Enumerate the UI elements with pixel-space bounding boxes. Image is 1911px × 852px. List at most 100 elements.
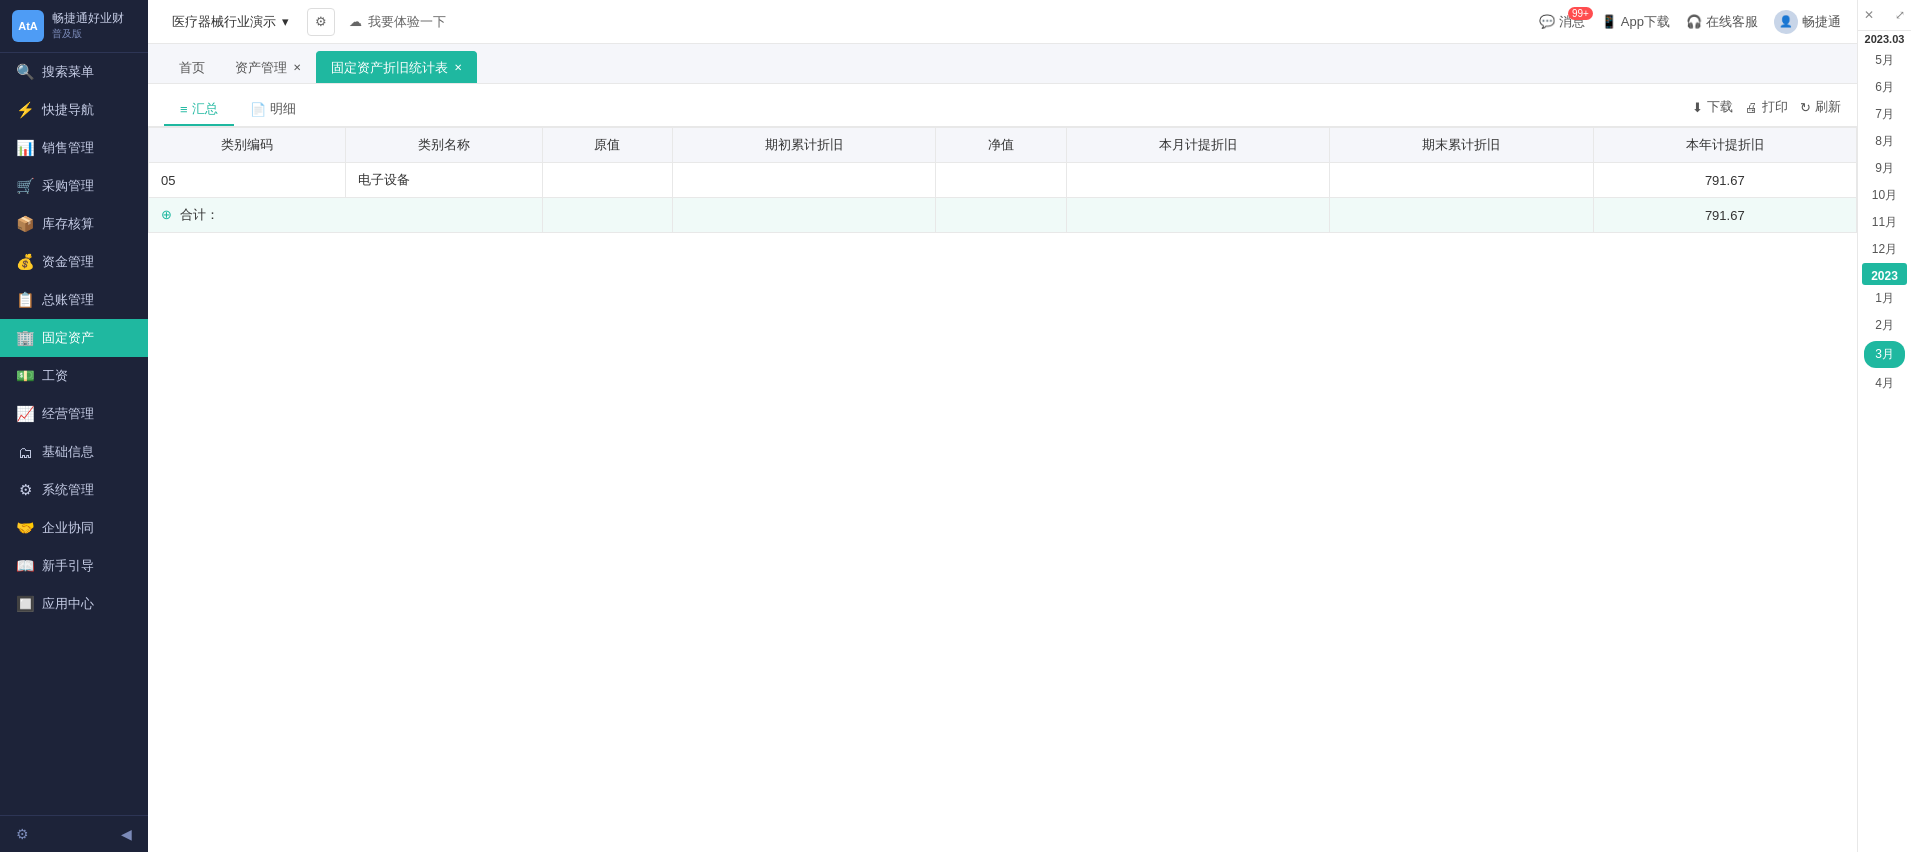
sidebar-item-business[interactable]: 📈 经营管理 <box>0 395 148 433</box>
ledger-icon: 📋 <box>16 291 34 309</box>
table-wrapper: 类别编码 类别名称 原值 期初累计折旧 净值 本月计提折旧 期末累计折旧 本年计… <box>148 127 1857 852</box>
depreciation-table: 类别编码 类别名称 原值 期初累计折旧 净值 本月计提折旧 期末累计折旧 本年计… <box>148 127 1857 233</box>
sidebar-item-quicknav[interactable]: ⚡ 快捷导航 <box>0 91 148 129</box>
tab-depreciation[interactable]: 固定资产折旧统计表 ✕ <box>316 51 477 83</box>
date-month-2022-6月[interactable]: 6月 <box>1858 74 1911 101</box>
date-month-2022-12月[interactable]: 12月 <box>1858 236 1911 263</box>
col-net: 净值 <box>936 128 1066 163</box>
content-area: ≡ 汇总 📄 明细 ⬇ 下载 🖨 打印 ↻ <box>148 84 1857 852</box>
sub-tab-summary[interactable]: ≡ 汇总 <box>164 94 234 126</box>
date-month-2022-9月[interactable]: 9月 <box>1858 155 1911 182</box>
sum-label: ⊕ 合计： <box>149 198 543 233</box>
sidebar-label-business: 经营管理 <box>42 405 94 423</box>
date-panel-close[interactable]: ✕ <box>1864 8 1874 22</box>
sidebar-item-inventory[interactable]: 📦 库存核算 <box>0 205 148 243</box>
summary-icon: ≡ <box>180 102 188 117</box>
row-code: 05 <box>149 163 346 198</box>
col-annual: 本年计提折旧 <box>1593 128 1856 163</box>
sidebar-label-fixed: 固定资产 <box>42 329 94 347</box>
sidebar-item-guide[interactable]: 📖 新手引导 <box>0 547 148 585</box>
sidebar-label-system: 系统管理 <box>42 481 94 499</box>
top-header: 医疗器械行业演示 ▾ ⚙ ☁ 我要体验一下 💬 消息 99+ 📱 App下载 🎧… <box>148 0 1857 44</box>
col-initial-accum: 期初累计折旧 <box>673 128 936 163</box>
sidebar-item-collab[interactable]: 🤝 企业协同 <box>0 509 148 547</box>
guide-icon: 📖 <box>16 557 34 575</box>
sum-net <box>936 198 1066 233</box>
settings-button[interactable]: ⚙ <box>307 8 335 36</box>
date-month-2023-1月[interactable]: 1月 <box>1858 285 1911 312</box>
messages-button[interactable]: 💬 消息 99+ <box>1539 13 1585 31</box>
sidebar-item-basic[interactable]: 🗂 基础信息 <box>0 433 148 471</box>
sum-annual: 791.67 <box>1593 198 1856 233</box>
headset-icon: 🎧 <box>1686 14 1702 29</box>
online-service-button[interactable]: 🎧 在线客服 <box>1686 13 1758 31</box>
settings-icon[interactable]: ⚙ <box>16 826 29 842</box>
sidebar: AtA 畅捷通好业财 普及版 🔍 搜索菜单⚡ 快捷导航📊 销售管理🛒 采购管理📦… <box>0 0 148 852</box>
sidebar-item-ledger[interactable]: 📋 总账管理 <box>0 281 148 319</box>
user-menu[interactable]: 👤 畅捷通 <box>1774 10 1841 34</box>
sidebar-item-fixed[interactable]: 🏢 固定资产 <box>0 319 148 357</box>
sidebar-label-salary: 工资 <box>42 367 68 385</box>
sidebar-item-search[interactable]: 🔍 搜索菜单 <box>0 53 148 91</box>
row-ending-accum <box>1330 163 1593 198</box>
logo-icon: AtA <box>12 10 44 42</box>
date-panel-label: 2023.03 <box>1858 31 1911 47</box>
date-panel-scroll[interactable]: 5月6月7月8月9月10月11月12月20231月2月3月4月 <box>1858 47 1911 852</box>
date-panel-expand[interactable]: ⤢ <box>1895 8 1905 22</box>
date-month-2022-7月[interactable]: 7月 <box>1858 101 1911 128</box>
sub-tabs-actions: ⬇ 下载 🖨 打印 ↻ 刷新 <box>1692 98 1841 122</box>
sub-tab-detail[interactable]: 📄 明细 <box>234 94 312 126</box>
row-monthly <box>1066 163 1329 198</box>
close-depreciation-tab[interactable]: ✕ <box>454 62 462 73</box>
row-original <box>542 163 672 198</box>
col-code: 类别编码 <box>149 128 346 163</box>
header-actions: 💬 消息 99+ 📱 App下载 🎧 在线客服 👤 畅捷通 <box>1539 10 1841 34</box>
sidebar-item-system[interactable]: ⚙ 系统管理 <box>0 471 148 509</box>
refresh-button[interactable]: ↻ 刷新 <box>1800 98 1841 116</box>
business-icon: 📈 <box>16 405 34 423</box>
download-icon: ⬇ <box>1692 100 1703 115</box>
sidebar-label-search: 搜索菜单 <box>42 63 94 81</box>
sidebar-label-purchase: 采购管理 <box>42 177 94 195</box>
sidebar-item-funds[interactable]: 💰 资金管理 <box>0 243 148 281</box>
collab-icon: 🤝 <box>16 519 34 537</box>
sidebar-label-funds: 资金管理 <box>42 253 94 271</box>
sidebar-label-sales: 销售管理 <box>42 139 94 157</box>
tab-assets[interactable]: 资产管理 ✕ <box>220 51 316 83</box>
date-month-2022-11月[interactable]: 11月 <box>1858 209 1911 236</box>
sum-row: ⊕ 合计： 791.67 <box>149 198 1857 233</box>
date-month-2023-3月[interactable]: 3月 <box>1864 341 1905 368</box>
chevron-down-icon: ▾ <box>282 14 289 29</box>
sum-original <box>542 198 672 233</box>
sidebar-item-apps[interactable]: 🔲 应用中心 <box>0 585 148 623</box>
app-download-button[interactable]: 📱 App下载 <box>1601 13 1670 31</box>
sidebar-item-purchase[interactable]: 🛒 采购管理 <box>0 167 148 205</box>
close-assets-tab[interactable]: ✕ <box>293 62 301 73</box>
date-month-2023-4月[interactable]: 4月 <box>1858 370 1911 397</box>
sidebar-item-salary[interactable]: 💵 工资 <box>0 357 148 395</box>
date-panel: ✕ ⤢ 2023.03 5月6月7月8月9月10月11月12月20231月2月3… <box>1857 0 1911 852</box>
basic-icon: 🗂 <box>16 444 34 461</box>
company-selector[interactable]: 医疗器械行业演示 ▾ <box>164 9 297 35</box>
download-button[interactable]: ⬇ 下载 <box>1692 98 1733 116</box>
tab-home[interactable]: 首页 <box>164 51 220 83</box>
date-month-2022-8月[interactable]: 8月 <box>1858 128 1911 155</box>
date-month-2022-5月[interactable]: 5月 <box>1858 47 1911 74</box>
search-icon: 🔍 <box>16 63 34 81</box>
purchase-icon: 🛒 <box>16 177 34 195</box>
row-initial-accum <box>673 163 936 198</box>
sum-initial-accum <box>673 198 936 233</box>
experience-button[interactable]: ☁ 我要体验一下 <box>349 13 446 31</box>
sidebar-item-sales[interactable]: 📊 销售管理 <box>0 129 148 167</box>
collapse-icon[interactable]: ◀ <box>121 826 132 842</box>
year-2023[interactable]: 2023 <box>1862 263 1907 285</box>
sum-ending-accum <box>1330 198 1593 233</box>
date-month-2023-2月[interactable]: 2月 <box>1858 312 1911 339</box>
col-monthly: 本月计提折旧 <box>1066 128 1329 163</box>
print-button[interactable]: 🖨 打印 <box>1745 98 1788 116</box>
date-panel-header: ✕ ⤢ <box>1858 0 1911 31</box>
sum-monthly <box>1066 198 1329 233</box>
avatar: 👤 <box>1774 10 1798 34</box>
date-month-2022-10月[interactable]: 10月 <box>1858 182 1911 209</box>
row-name: 电子设备 <box>345 163 542 198</box>
